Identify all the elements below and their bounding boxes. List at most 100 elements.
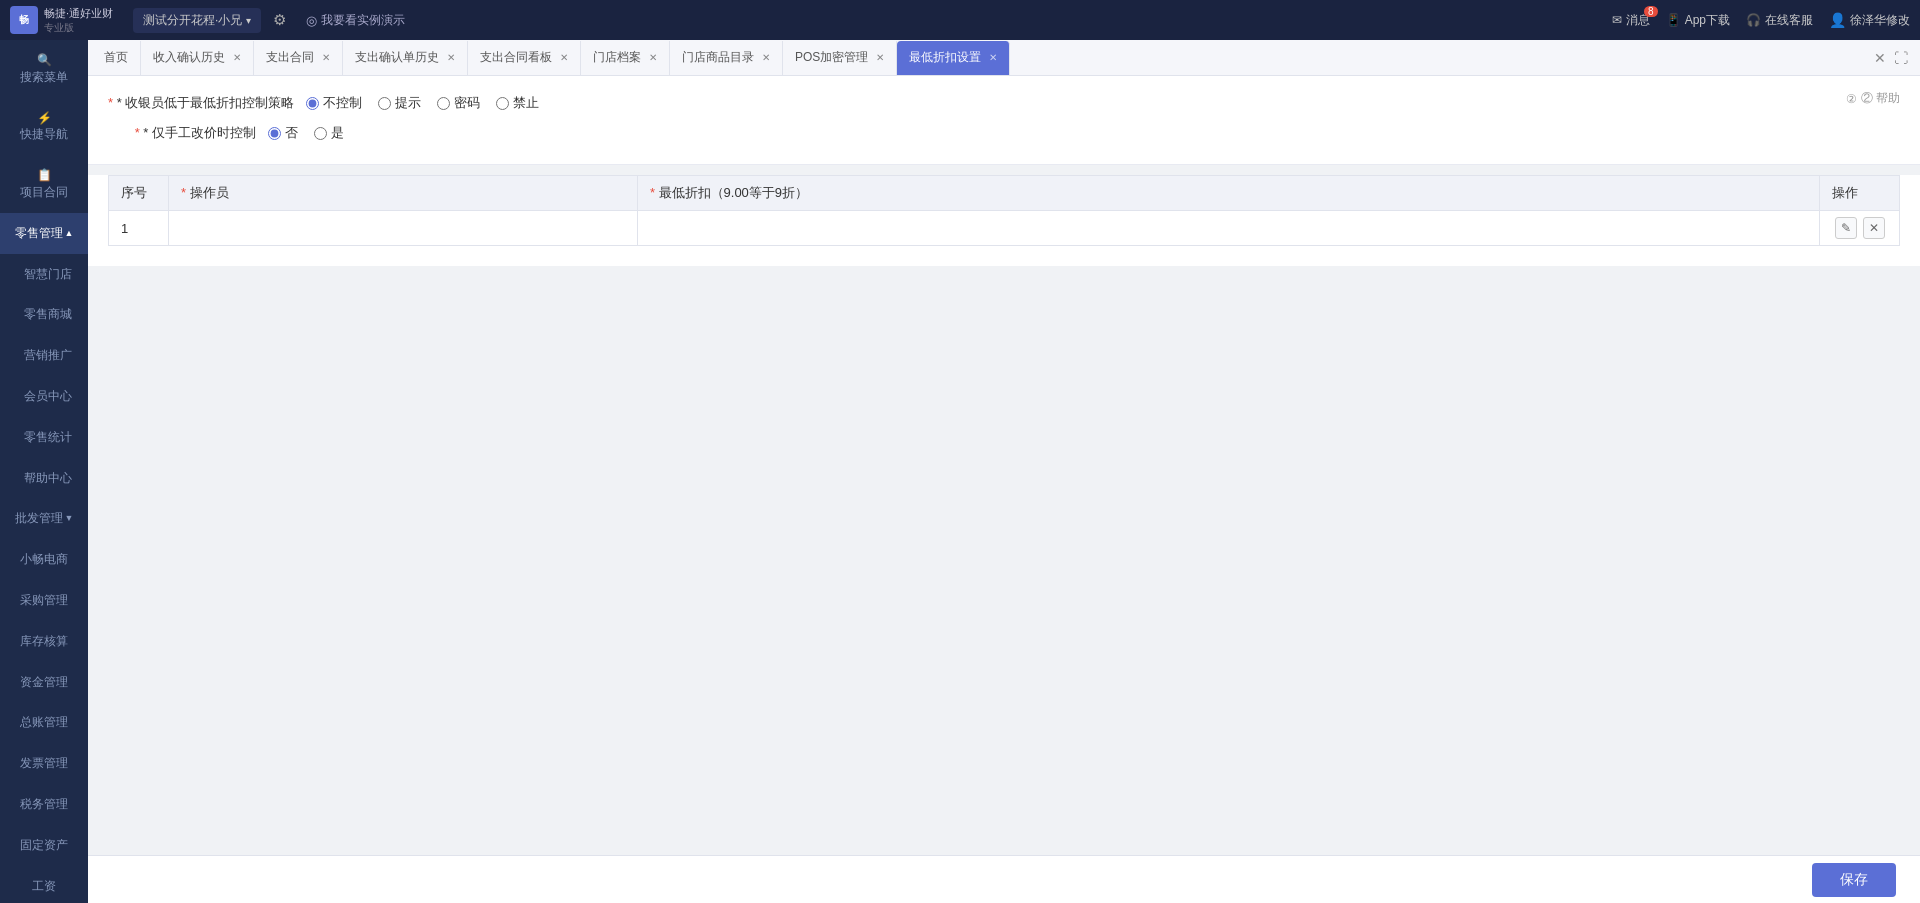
manual-control-options: 否 是 [268,124,344,142]
sidebar-item-inventory[interactable]: 库存核算 [0,621,88,662]
chevron-down-icon: ▾ [246,15,251,26]
radio-no-control-input[interactable] [306,97,319,110]
tab-store-file[interactable]: 门店档案 ✕ [581,41,670,75]
sidebar-item-ledger[interactable]: 总账管理 [0,702,88,743]
col-min-discount: * 最低折扣（9.00等于9折） [637,176,1819,211]
sidebar-item-contract[interactable]: 📋 项目合同 [0,155,88,213]
demo-label: 我要看实例演示 [321,12,405,29]
tab-label-store-catalog: 门店商品目录 [682,49,754,66]
tab-income-history[interactable]: 收入确认历史 ✕ [141,41,254,75]
message-icon: ✉ [1612,13,1622,27]
app-download-button[interactable]: 📱 App下载 [1666,12,1730,29]
radio-forbid-label: 禁止 [513,94,539,112]
tab-bar: 首页 收入确认历史 ✕ 支出合同 ✕ 支出确认单历史 ✕ 支出合同看板 ✕ 门店… [88,40,1920,76]
tab-label-expense-contract: 支出合同 [266,49,314,66]
edit-row-button[interactable]: ✎ [1835,217,1857,239]
sidebar-item-marketing[interactable]: 营销推广 [0,335,88,376]
tab-close-expense-board[interactable]: ✕ [560,52,568,63]
tab-pos-crypto[interactable]: POS加密管理 ✕ [783,41,897,75]
sidebar-item-payroll[interactable]: 工资 [0,866,88,903]
tab-bar-actions: ✕ ⛶ [1874,50,1916,66]
tab-expense-contract[interactable]: 支出合同 ✕ [254,41,343,75]
tab-close-icon[interactable]: ✕ [1874,50,1886,66]
radio-password-label: 密码 [454,94,480,112]
sidebar-item-wholesale[interactable]: 批发管理 ▼ [0,498,88,539]
sidebar-item-member[interactable]: 会员中心 [0,376,88,417]
tab-close-pos-crypto[interactable]: ✕ [876,52,884,63]
logo-icon: 畅 [10,6,38,34]
project-selector[interactable]: 测试分开花程·小兄 ▾ [133,8,261,33]
sidebar: 🔍 搜索菜单 ⚡ 快捷导航 📋 项目合同 零售管理 ▲ 智慧门店 零售商城 营销… [0,40,88,903]
tab-close-store-file[interactable]: ✕ [649,52,657,63]
tab-expand-icon[interactable]: ⛶ [1894,50,1908,66]
radio-forbid[interactable]: 禁止 [496,94,539,112]
tab-close-expense-confirm-history[interactable]: ✕ [447,52,455,63]
page-content: ② ② 帮助 * * 收银员低于最低折扣控制策略 不控制 [88,76,1920,855]
tab-close-min-discount[interactable]: ✕ [989,52,997,63]
sidebar-item-retailmall[interactable]: 零售商城 [0,294,88,335]
sidebar-item-help[interactable]: 帮助中心 [0,458,88,499]
help-button[interactable]: ② ② 帮助 [1846,90,1900,107]
save-button[interactable]: 保存 [1812,863,1896,897]
radio-password[interactable]: 密码 [437,94,480,112]
wholesale-label: 批发管理 [15,510,63,527]
tab-expense-board[interactable]: 支出合同看板 ✕ [468,41,581,75]
demo-link[interactable]: ◎ 我要看实例演示 [306,12,405,29]
quicknav-icon: ⚡ [8,110,80,127]
content-area: 首页 收入确认历史 ✕ 支出合同 ✕ 支出确认单历史 ✕ 支出合同看板 ✕ 门店… [88,40,1920,903]
radio-remind-input[interactable] [378,97,391,110]
required-star: * [108,95,117,110]
marketing-label: 营销推广 [16,347,80,364]
tab-close-expense-contract[interactable]: ✕ [322,52,330,63]
radio-yes[interactable]: 是 [314,124,344,142]
tab-expense-confirm-history[interactable]: 支出确认单历史 ✕ [343,41,468,75]
contract-icon: 📋 [8,167,80,184]
cell-min-discount [637,211,1819,246]
purchase-label: 采购管理 [8,592,80,609]
project-name: 测试分开花程·小兄 [143,12,242,29]
radio-yes-input[interactable] [314,127,327,140]
sidebar-item-tax[interactable]: 税务管理 [0,784,88,825]
delete-row-button[interactable]: ✕ [1863,217,1885,239]
sidebar-item-capital[interactable]: 资金管理 [0,662,88,703]
tab-store-catalog[interactable]: 门店商品目录 ✕ [670,41,783,75]
radio-password-input[interactable] [437,97,450,110]
radio-no[interactable]: 否 [268,124,298,142]
messages-button[interactable]: ✉ 8 消息 [1612,12,1650,29]
sidebar-item-invoice[interactable]: 发票管理 [0,743,88,784]
cell-seq: 1 [109,211,169,246]
message-badge: 8 [1644,6,1658,17]
settings-icon[interactable]: ⚙ [269,7,290,33]
app-icon: 📱 [1666,13,1681,27]
ledger-label: 总账管理 [8,714,80,731]
sidebar-item-search[interactable]: 🔍 搜索菜单 [0,40,88,98]
logo-sub: 专业版 [44,21,113,35]
sidebar-label-search: 搜索菜单 [8,69,80,86]
sidebar-item-retail[interactable]: 零售管理 ▲ [0,213,88,254]
help-circle-icon: ② [1846,92,1857,106]
sidebar-item-ecommerce[interactable]: 小畅电商 [0,539,88,580]
tab-label-pos-crypto: POS加密管理 [795,49,868,66]
top-bar-right: ✉ 8 消息 📱 App下载 🎧 在线客服 👤 徐泽华修改 [1612,12,1910,29]
sidebar-item-quicknav[interactable]: ⚡ 快捷导航 [0,98,88,156]
smartstore-label: 智慧门店 [16,266,80,283]
radio-no-control[interactable]: 不控制 [306,94,362,112]
sidebar-item-assets[interactable]: 固定资产 [0,825,88,866]
user-button[interactable]: 👤 徐泽华修改 [1829,12,1910,29]
customer-service-button[interactable]: 🎧 在线客服 [1746,12,1813,29]
logo-text: 畅捷·通好业财 专业版 [44,6,113,35]
radio-remind[interactable]: 提示 [378,94,421,112]
sidebar-item-retailstat[interactable]: 零售统计 [0,417,88,458]
tab-label-expense-confirm-history: 支出确认单历史 [355,49,439,66]
payroll-label: 工资 [8,878,80,895]
tab-home[interactable]: 首页 [92,41,141,75]
cell-action: ✎ ✕ [1820,211,1900,246]
tab-close-income-history[interactable]: ✕ [233,52,241,63]
tab-min-discount[interactable]: 最低折扣设置 ✕ [897,41,1010,75]
radio-no-control-label: 不控制 [323,94,362,112]
radio-forbid-input[interactable] [496,97,509,110]
sidebar-item-purchase[interactable]: 采购管理 [0,580,88,621]
sidebar-item-smartstore[interactable]: 智慧门店 [0,254,88,295]
radio-no-input[interactable] [268,127,281,140]
tab-close-store-catalog[interactable]: ✕ [762,52,770,63]
